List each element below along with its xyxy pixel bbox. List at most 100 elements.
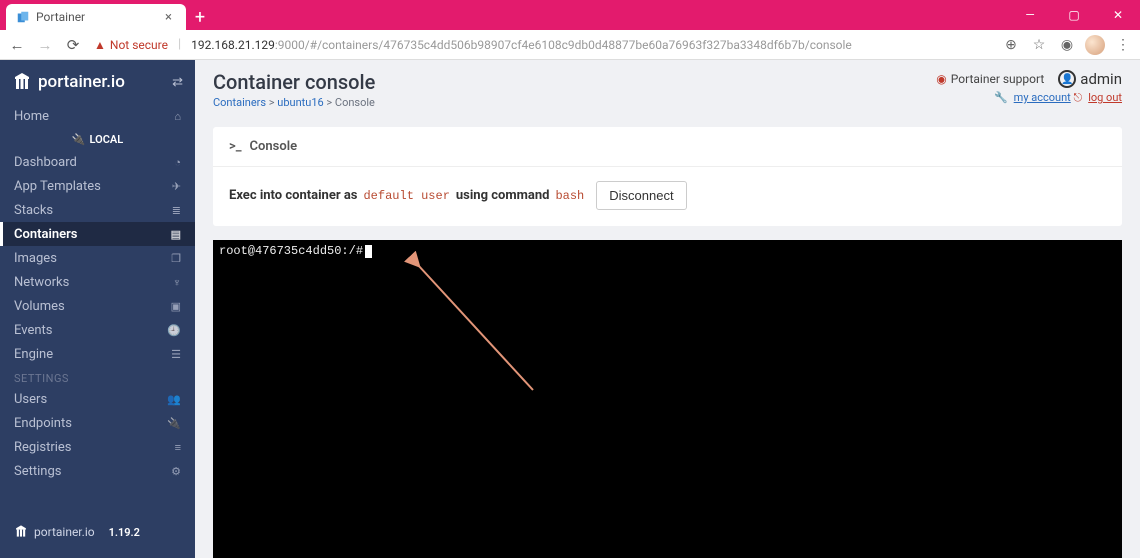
breadcrumb-containers[interactable]: Containers — [213, 96, 266, 109]
page-title: Container console — [213, 70, 936, 94]
sidebar-item-networks[interactable]: Networks♆ — [0, 270, 195, 294]
sidebar-item-endpoints[interactable]: Endpoints 🔌 — [0, 411, 195, 435]
window-titlebar: Portainer × + — ▢ ✕ — [0, 0, 1140, 30]
new-tab-button[interactable]: + — [186, 4, 214, 30]
stack-icon: ≣ — [172, 204, 181, 217]
rocket-icon: ✈ — [172, 180, 181, 193]
my-account-link[interactable]: my account — [1014, 91, 1071, 104]
zoom-icon[interactable]: ⊕ — [1000, 34, 1022, 56]
terminal-cursor — [365, 245, 372, 258]
browser-tab[interactable]: Portainer × — [6, 4, 186, 30]
breadcrumb-current: Console — [335, 96, 375, 109]
terminal-icon: >_ — [229, 139, 242, 154]
breadcrumb-container-name[interactable]: ubuntu16 — [277, 96, 323, 109]
sidebar-item-home[interactable]: Home ⌂ — [0, 104, 195, 128]
security-badge[interactable]: ▲ Not secure — [90, 38, 172, 52]
sidebar-item-events[interactable]: Events 🕘 — [0, 318, 195, 342]
sidebar-item-volumes[interactable]: Volumes ▣ — [0, 294, 195, 318]
logout-link[interactable]: log out — [1088, 91, 1122, 104]
app-root: portainer.io ⇄ Home ⌂ 🔌 LOCAL Dashboard◔… — [0, 60, 1140, 558]
nav-forward-button[interactable]: → — [34, 34, 56, 56]
sidebar-item-label: Networks — [14, 275, 69, 290]
clock-icon: 🕘 — [167, 324, 181, 337]
extension-icon[interactable]: ◉ — [1056, 34, 1078, 56]
window-controls: — ▢ ✕ — [1008, 0, 1140, 30]
footer-brand-text: portainer.io — [34, 525, 95, 539]
address-path: :9000/#/containers/476735c4dd506b98907cf… — [275, 38, 852, 52]
breadcrumb: Containers > ubuntu16 > Console — [213, 96, 936, 109]
window-maximize-button[interactable]: ▢ — [1052, 0, 1096, 30]
plug-icon: 🔌 — [167, 417, 181, 430]
sidebar-item-label: Dashboard — [14, 155, 77, 170]
sidebar-item-registries[interactable]: Registries ≡ — [0, 435, 195, 459]
disconnect-button[interactable]: Disconnect — [596, 181, 686, 210]
sidebar-item-images[interactable]: Images ❐ — [0, 246, 195, 270]
sidebar-env-text: LOCAL — [90, 133, 124, 146]
exec-command: bash — [555, 189, 584, 203]
sidebar-item-users[interactable]: Users👥 — [0, 387, 195, 411]
sidebar-item-label: Endpoints — [14, 416, 72, 431]
sidebar-collapse-icon[interactable]: ⇄ — [172, 75, 183, 90]
sidebar-item-label: Volumes — [14, 299, 65, 314]
user-display: 👤 admin — [1058, 70, 1122, 88]
console-panel-body: Exec into container as default user usin… — [213, 166, 1122, 226]
sidebar-item-label: Home — [14, 109, 49, 124]
sidebar-item-stacks[interactable]: Stacks≣ — [0, 198, 195, 222]
chrome-menu-icon[interactable]: ⋮ — [1112, 34, 1134, 56]
sidebar-item-label: Images — [14, 251, 57, 266]
sidebar-item-label: Settings — [14, 464, 61, 479]
annotation-arrow — [403, 250, 563, 410]
sidebar: portainer.io ⇄ Home ⌂ 🔌 LOCAL Dashboard◔… — [0, 60, 195, 558]
sidebar-item-dashboard[interactable]: Dashboard◔ — [0, 150, 195, 174]
exec-text-mid: using command — [456, 188, 550, 203]
terminal-prompt: root@476735c4dd50:/# — [219, 244, 363, 258]
address-host: 192.168.21.129 — [191, 38, 275, 52]
sidebar-item-label: Engine — [14, 347, 53, 362]
sidebar-item-settings[interactable]: Settings ⚙ — [0, 459, 195, 483]
exec-user: default user — [363, 189, 449, 203]
tab-close-icon[interactable]: × — [161, 10, 176, 25]
address-bar[interactable]: 192.168.21.129:9000/#/containers/476735c… — [187, 38, 994, 52]
wrench-icon: 🔧 — [994, 91, 1008, 104]
sidebar-item-label: Containers — [14, 227, 77, 242]
sidebar-item-label: Events — [14, 323, 52, 338]
version-text: 1.19.2 — [109, 526, 140, 539]
tab-title: Portainer — [36, 10, 85, 24]
browser-toolbar: ← → ⟳ ▲ Not secure | 192.168.21.129:9000… — [0, 30, 1140, 60]
life-ring-icon: ◉ — [936, 72, 946, 86]
sidebar-item-containers[interactable]: Containers▤ — [0, 222, 195, 246]
sidebar-item-engine[interactable]: Engine ☰ — [0, 342, 195, 366]
cogs-icon: ⚙ — [171, 465, 181, 478]
brand-logo-icon — [14, 524, 28, 540]
sidebar-footer: portainer.io 1.19.2 — [0, 512, 195, 558]
console-panel-header: >_ Console — [213, 127, 1122, 166]
sidebar-item-label: Registries — [14, 440, 72, 455]
nav-refresh-button[interactable]: ⟳ — [62, 34, 84, 56]
terminal[interactable]: root@476735c4dd50:/# — [213, 240, 1122, 558]
nav-back-button[interactable]: ← — [6, 34, 28, 56]
bars-icon: ☰ — [171, 348, 181, 361]
tab-strip: Portainer × + — [0, 0, 214, 30]
plug-icon: 🔌 — [72, 133, 86, 146]
window-close-button[interactable]: ✕ — [1096, 0, 1140, 30]
database-icon: ≡ — [175, 441, 181, 454]
bookmark-icon[interactable]: ☆ — [1028, 34, 1050, 56]
support-text: Portainer support — [951, 72, 1045, 86]
sidebar-section-settings: SETTINGS — [0, 366, 195, 387]
logout-icon: ⎋ — [1074, 91, 1083, 104]
user-sub-links: 🔧 my account ⎋ log out — [994, 91, 1122, 105]
console-panel: >_ Console Exec into container as defaul… — [213, 127, 1122, 226]
hdd-icon: ▣ — [171, 300, 181, 313]
profile-avatar-icon[interactable] — [1084, 34, 1106, 56]
support-link[interactable]: ◉ Portainer support — [936, 72, 1044, 86]
tab-favicon — [16, 10, 30, 24]
security-text: Not secure — [110, 38, 168, 52]
brand[interactable]: portainer.io ⇄ — [0, 60, 195, 104]
username: admin — [1080, 70, 1122, 88]
sidebar-item-app-templates[interactable]: App Templates✈ — [0, 174, 195, 198]
window-minimize-button[interactable]: — — [1008, 0, 1052, 30]
clone-icon: ❐ — [171, 252, 181, 265]
page-header: Container console Containers > ubuntu16 … — [213, 70, 1122, 109]
brand-text: portainer.io — [38, 72, 125, 92]
home-icon: ⌂ — [174, 110, 181, 123]
